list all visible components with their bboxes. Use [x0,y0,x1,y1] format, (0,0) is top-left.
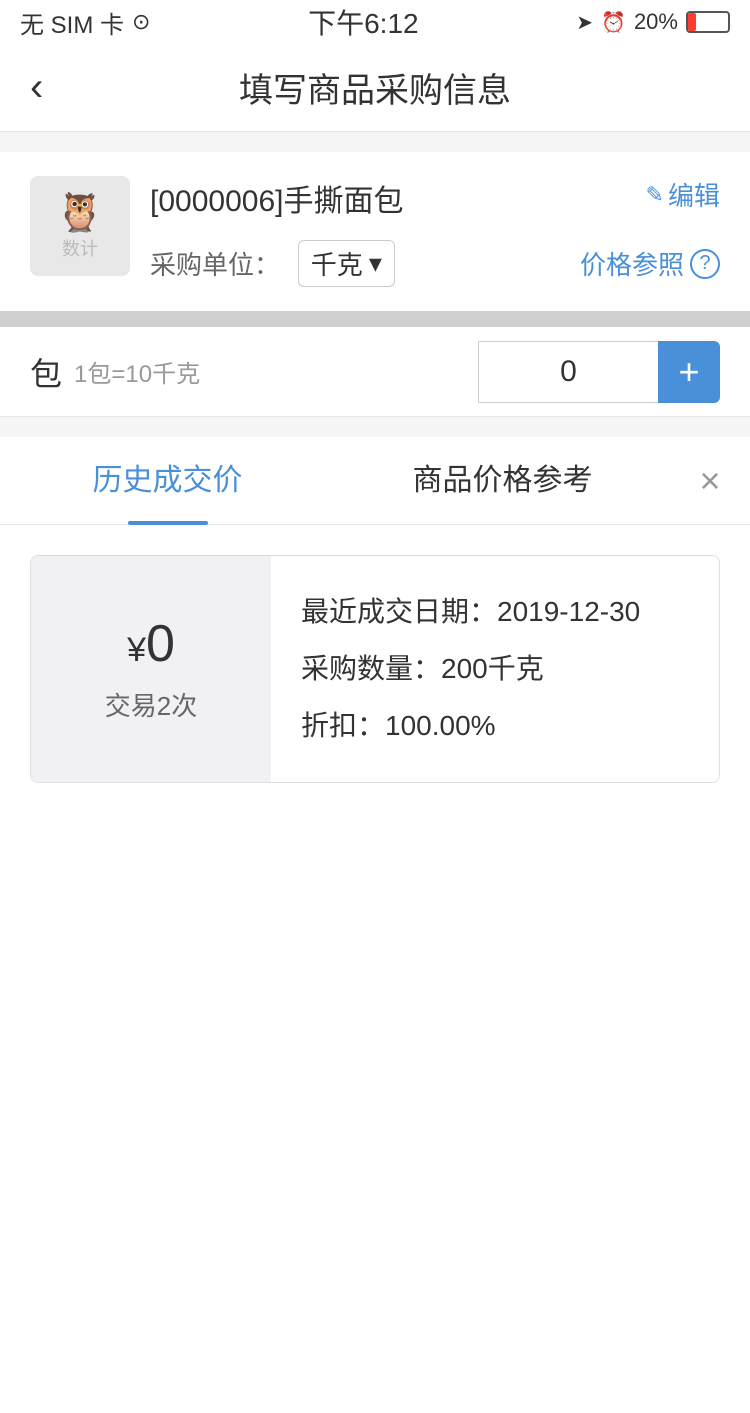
logo-sub: 数计 [62,235,98,261]
product-name: [0000006]手撕面包 [150,176,403,220]
purchase-qty-value: 200千克 [441,653,544,684]
price-ref-button[interactable]: 价格参照 ? [580,245,720,282]
product-unit-row: 采购单位： 千克 ▾ 价格参照 ? [150,240,720,287]
tab-history-price[interactable]: 历史成交价 [0,437,335,525]
tab-close-button[interactable]: × [670,460,750,502]
edit-button[interactable]: ✎ 编辑 [646,176,720,213]
quantity-row: 包 1包=10千克 0 + [0,327,750,417]
price-value: 0 [146,615,175,673]
quantity-label: 包 1包=10千克 [30,349,200,395]
status-time: 下午6:12 [308,2,419,42]
recent-date-row: 最近成交日期：2019-12-30 [301,592,689,631]
price-card: ¥0 交易2次 最近成交日期：2019-12-30 采购数量：200千克 折扣：… [30,555,720,783]
status-right: ➤ ⏰ 20% [576,9,730,35]
purchase-qty-label: 采购数量： [301,653,441,684]
alarm-icon: ⏰ [601,10,626,35]
question-icon: ? [690,249,720,279]
tab-underline [128,521,208,525]
tab-content: ¥0 交易2次 最近成交日期：2019-12-30 采购数量：200千克 折扣：… [0,525,750,813]
product-image: 🦉 数计 [30,176,130,276]
tab2-label: 商品价格参考 [413,464,593,497]
unit-label: 采购单位： [150,250,280,280]
location-icon: ➤ [576,10,593,35]
carrier-text: 无 SIM 卡 [20,5,124,40]
status-bar: 无 SIM 卡 ⊙ 下午6:12 ➤ ⏰ 20% [0,0,750,44]
tab1-label: 历史成交价 [93,464,243,497]
product-logo: 🦉 [56,191,103,235]
price-amount: ¥0 [127,614,175,674]
tab-container: 历史成交价 商品价格参考 × ¥0 交易2次 最近成交日期：2019-12-30… [0,437,750,813]
nav-bar: ‹ 填写商品采购信息 [0,44,750,132]
discount-label: 折扣： [301,710,385,741]
product-header: [0000006]手撕面包 ✎ 编辑 [150,176,720,220]
white-background [0,813,750,1413]
unit-left: 采购单位： 千克 ▾ [150,240,395,287]
status-left: 无 SIM 卡 ⊙ [20,5,150,40]
price-details: 最近成交日期：2019-12-30 采购数量：200千克 折扣：100.00% [271,556,719,782]
dropdown-arrow: ▾ [369,248,382,279]
unit-conversion: 1包=10千克 [74,354,200,389]
recent-date-value: 2019-12-30 [497,596,640,627]
trade-count: 交易2次 [105,686,197,723]
discount-row: 折扣：100.00% [301,706,689,745]
price-summary: ¥0 交易2次 [31,556,271,782]
edit-icon: ✎ [646,182,664,208]
quantity-controls: 0 + [478,341,720,403]
wifi-icon: ⊙ [132,9,150,35]
page-title: 填写商品采购信息 [239,63,511,112]
gray-divider [0,311,750,327]
battery-icon [686,11,730,33]
product-card: 🦉 数计 [0000006]手撕面包 ✎ 编辑 采购单位： 千克 ▾ 价格参照 … [0,152,750,311]
product-info: [0000006]手撕面包 ✎ 编辑 采购单位： 千克 ▾ 价格参照 ? [150,176,720,287]
quantity-plus-button[interactable]: + [658,341,720,403]
quantity-input[interactable]: 0 [478,341,658,403]
tab-header: 历史成交价 商品价格参考 × [0,437,750,525]
recent-date-label: 最近成交日期： [301,596,497,627]
back-button[interactable]: ‹ [30,65,43,110]
edit-label: 编辑 [668,176,720,213]
unit-select[interactable]: 千克 ▾ [298,240,395,287]
purchase-qty-row: 采购数量：200千克 [301,649,689,688]
price-ref-label: 价格参照 [580,245,684,282]
battery-text: 20% [634,9,678,35]
currency-symbol: ¥ [127,631,146,669]
tab-price-ref[interactable]: 商品价格参考 [335,437,670,525]
unit-value: 千克 [311,245,363,282]
unit-char: 包 [30,349,62,395]
discount-value: 100.00% [385,710,496,741]
